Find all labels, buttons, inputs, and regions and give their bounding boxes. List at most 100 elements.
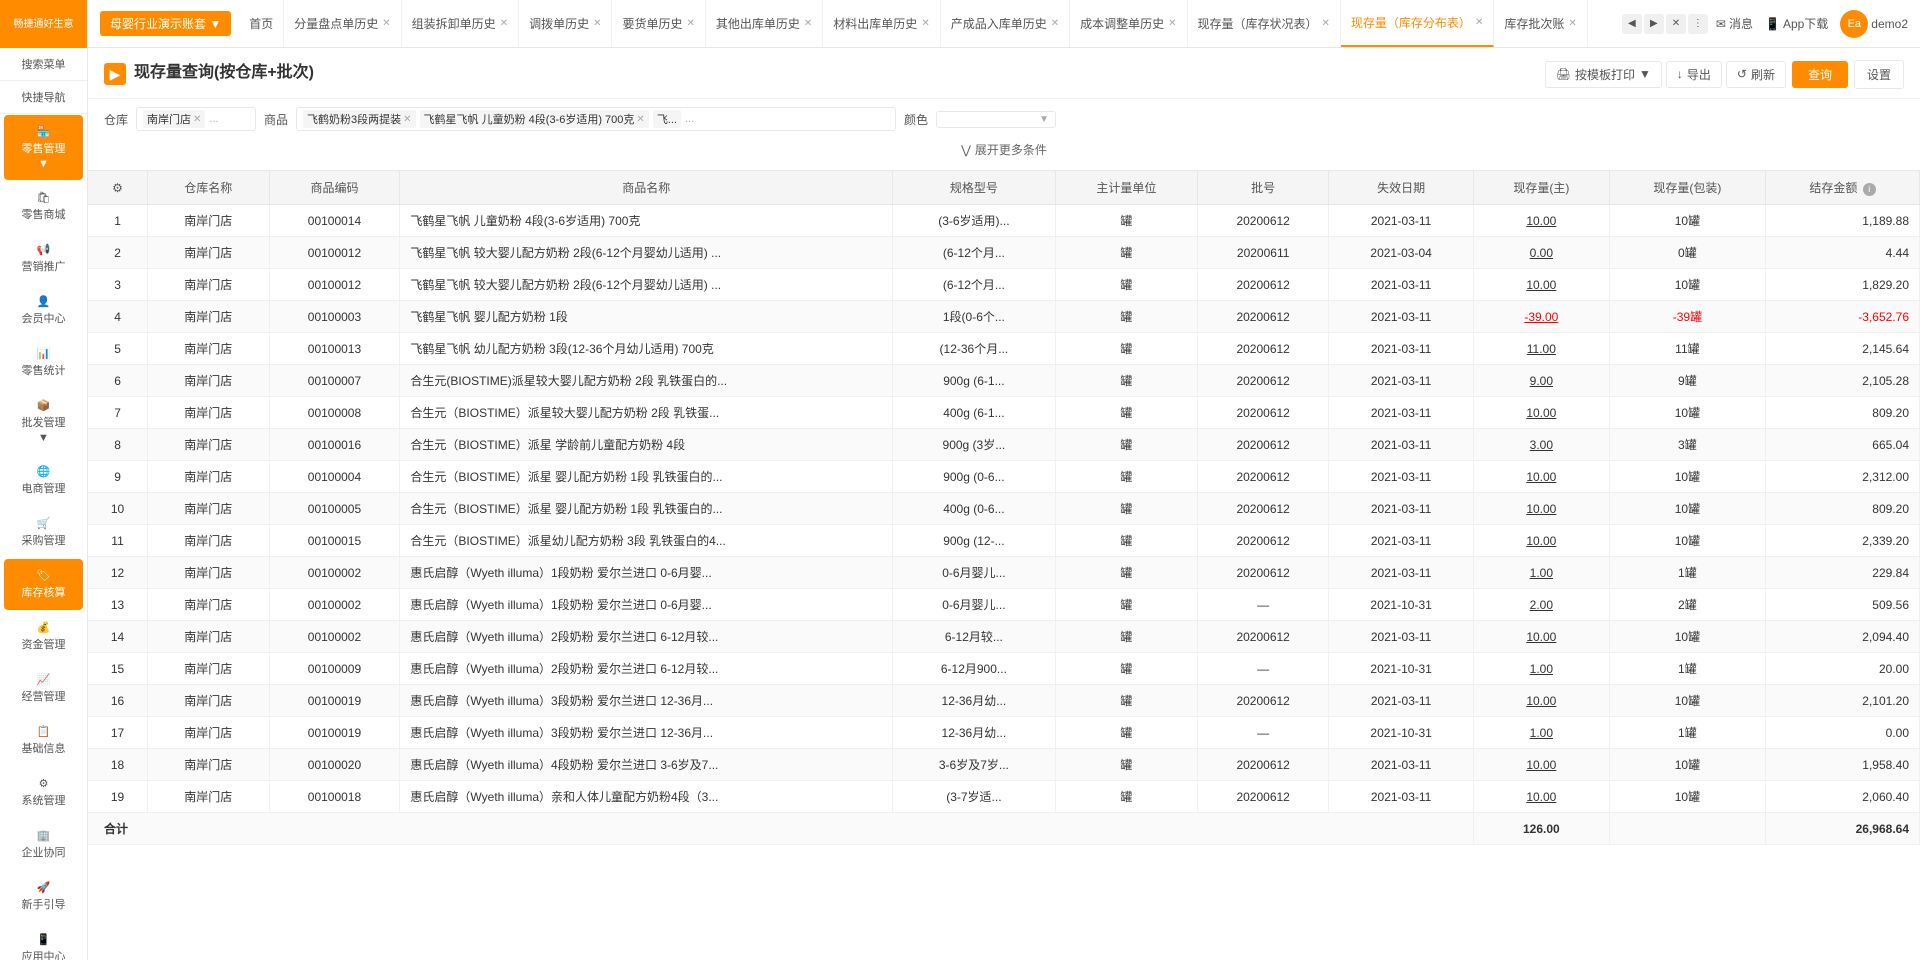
tab-close-product-in[interactable]: ✕ <box>1051 18 1059 29</box>
tab-product-in[interactable]: 产成品入库单历史 ✕ <box>941 0 1070 47</box>
enterprise-icon: 🏢 <box>37 829 51 842</box>
expand-filter-button[interactable]: ▶ <box>104 63 126 85</box>
tab-close-inventory-dist[interactable]: ✕ <box>1475 17 1483 28</box>
tab-scroll-left[interactable]: ◀ <box>1622 14 1642 34</box>
sidebar-item-enterprise[interactable]: 🏢 企业协同 <box>4 819 83 870</box>
sidebar-item-basics[interactable]: 📋 基础信息 <box>4 715 83 766</box>
tab-cost-adjust[interactable]: 成本调整单历史 ✕ <box>1070 0 1187 47</box>
message-icon: ✉ <box>1716 17 1726 31</box>
tab-home[interactable]: 首页 <box>239 0 284 47</box>
table-row: 2 南岸门店 00100012 飞鹤星飞帆 较大婴儿配方奶粉 2段(6-12个月… <box>88 237 1920 269</box>
brand-selector[interactable]: 母婴行业演示账套 ▼ <box>100 11 231 36</box>
row-stock-main[interactable]: 10.00 <box>1474 621 1610 653</box>
amount-info-icon[interactable]: i <box>1863 183 1876 196</box>
row-stock-main[interactable]: 1.00 <box>1474 717 1610 749</box>
tab-material-out[interactable]: 材料出库单历史 ✕ <box>823 0 940 47</box>
export-button[interactable]: ↓ 导出 <box>1666 61 1722 88</box>
row-name: 惠氏启醇（Wyeth illuma）2段奶粉 爱尔兰进口 6-12月较... <box>400 653 893 685</box>
row-stock-main[interactable]: 10.00 <box>1474 205 1610 237</box>
settings-button[interactable]: 设置 <box>1854 60 1904 89</box>
color-filter-input[interactable]: ▼ <box>936 111 1056 128</box>
color-dropdown-icon[interactable]: ▼ <box>1039 114 1049 125</box>
sidebar-item-inventory[interactable]: 🏷 库存核算 <box>4 559 83 610</box>
row-warehouse: 南岸门店 <box>148 301 269 333</box>
row-stock-main[interactable]: 10.00 <box>1474 781 1610 813</box>
content-area: ▶ 现存量查询(按仓库+批次) 🖨 按模板打印 ▼ ↓ 导出 ↺ <box>88 48 1920 960</box>
tab-close-mix[interactable]: ✕ <box>593 18 601 29</box>
row-stock-main[interactable]: 10.00 <box>1474 749 1610 781</box>
sidebar-item-retail-shop[interactable]: 🛍 零售商城 <box>4 181 83 232</box>
print-button[interactable]: 🖨 按模板打印 ▼ <box>1545 61 1662 88</box>
row-stock-main[interactable]: 1.00 <box>1474 557 1610 589</box>
col-settings[interactable]: ⚙ <box>88 171 148 205</box>
row-stock-main[interactable]: 10.00 <box>1474 461 1610 493</box>
row-stock-main[interactable]: 11.00 <box>1474 333 1610 365</box>
tab-close-split-inventory[interactable]: ✕ <box>382 18 390 29</box>
tab-mix[interactable]: 调拨单历史 ✕ <box>519 0 612 47</box>
tab-close-disassemble[interactable]: ✕ <box>500 18 508 29</box>
row-stock-main[interactable]: 0.00 <box>1474 237 1610 269</box>
expand-more-conditions[interactable]: ⋁ 展开更多条件 <box>104 137 1904 162</box>
row-stock-main[interactable]: 10.00 <box>1474 685 1610 717</box>
sidebar-item-purchase[interactable]: 🛒 采购管理 <box>4 507 83 558</box>
tab-close-inventory-status[interactable]: ✕ <box>1322 18 1330 29</box>
row-stock-main[interactable]: 10.00 <box>1474 269 1610 301</box>
row-no: 2 <box>88 237 148 269</box>
row-stock-main[interactable]: 10.00 <box>1474 493 1610 525</box>
product-tag-2-remove[interactable]: ✕ <box>636 114 644 125</box>
row-stock-main[interactable]: 10.00 <box>1474 397 1610 429</box>
product-tag-3: 飞... <box>653 110 681 128</box>
tab-purchase[interactable]: 要货单历史 ✕ <box>612 0 705 47</box>
sidebar-item-finance[interactable]: 💰 资金管理 <box>4 611 83 662</box>
tab-close-material-out[interactable]: ✕ <box>921 18 929 29</box>
tab-scroll-right[interactable]: ▶ <box>1644 14 1664 34</box>
col-warehouse: 仓库名称 <box>148 171 269 205</box>
sidebar-item-retail-stats[interactable]: 📊 零售统计 <box>4 337 83 388</box>
warehouse-tag-remove[interactable]: ✕ <box>193 114 201 125</box>
sidebar-item-guide[interactable]: 🚀 新手引导 <box>4 871 83 922</box>
sidebar-item-marketing[interactable]: 📢 营销推广 <box>4 233 83 284</box>
sidebar-item-member[interactable]: 👤 会员中心 <box>4 285 83 336</box>
message-button[interactable]: ✉ 消息 <box>1716 15 1753 32</box>
member-icon: 👤 <box>37 295 51 308</box>
warehouse-filter-input[interactable]: 南岸门店 ✕ ... <box>136 107 256 131</box>
tab-close-cost-adjust[interactable]: ✕ <box>1168 18 1176 29</box>
sidebar-shortcut-link[interactable]: 快捷导航 <box>0 81 87 114</box>
product-tag-1-remove[interactable]: ✕ <box>403 114 411 125</box>
row-stock-main[interactable]: 2.00 <box>1474 589 1610 621</box>
tab-disassemble[interactable]: 组装拆卸单历史 ✕ <box>402 0 519 47</box>
tab-inventory-dist[interactable]: 现存量（库存分布表） ✕ <box>1341 0 1494 47</box>
tab-bar: 首页 分量盘点单历史 ✕ 组装拆卸单历史 ✕ 调拨单历史 ✕ 要货单历史 ✕ 其… <box>239 0 1622 47</box>
sidebar-item-system[interactable]: ⚙ 系统管理 <box>4 767 83 818</box>
row-stock-main[interactable]: 10.00 <box>1474 525 1610 557</box>
sidebar-item-appcenter[interactable]: 📱 应用中心 <box>4 923 83 960</box>
product-filter-input[interactable]: 飞鹤奶粉3段两提装 ✕ 飞鹤星飞帆 儿童奶粉 4段(3-6岁适用) 700克 ✕… <box>296 107 896 131</box>
tab-other-out[interactable]: 其他出库单历史 ✕ <box>706 0 823 47</box>
tab-close-batch-ledger[interactable]: ✕ <box>1568 18 1576 29</box>
tab-close-other-out[interactable]: ✕ <box>804 18 812 29</box>
row-name: 飞鹤星飞帆 较大婴儿配方奶粉 2段(6-12个月婴幼儿适用) ... <box>400 269 893 301</box>
sidebar-search-link[interactable]: 搜索菜单 <box>0 48 87 81</box>
tab-inventory-status[interactable]: 现存量（库存状况表） ✕ <box>1188 0 1341 47</box>
sidebar-item-wholesale[interactable]: 📦 批发管理 ▼ <box>4 389 83 454</box>
refresh-button[interactable]: ↺ 刷新 <box>1726 61 1786 88</box>
query-button[interactable]: 查询 <box>1792 61 1848 88</box>
row-stock-main[interactable]: 1.00 <box>1474 653 1610 685</box>
tab-close-current[interactable]: ✕ <box>1666 14 1686 34</box>
table-row: 9 南岸门店 00100004 合生元（BIOSTIME）派星 婴儿配方奶粉 1… <box>88 461 1920 493</box>
sidebar-item-retail-mgmt[interactable]: 🏪 零售管理 ▼ <box>4 115 83 180</box>
tab-menu[interactable]: ⋮ <box>1688 14 1708 34</box>
row-stock-main[interactable]: -39.00 <box>1474 301 1610 333</box>
tab-close-purchase[interactable]: ✕ <box>687 18 695 29</box>
sidebar-item-ecommerce[interactable]: 🌐 电商管理 <box>4 455 83 506</box>
tab-split-inventory[interactable]: 分量盘点单历史 ✕ <box>284 0 401 47</box>
app-download-button[interactable]: 📱 App下载 <box>1765 15 1828 32</box>
row-stock-main[interactable]: 9.00 <box>1474 365 1610 397</box>
user-avatar-area[interactable]: Ea demo2 <box>1840 10 1908 38</box>
row-expire: 2021-03-11 <box>1329 429 1474 461</box>
row-stock-main[interactable]: 3.00 <box>1474 429 1610 461</box>
product-tag-2: 飞鹤星飞帆 儿童奶粉 4段(3-6岁适用) 700克 ✕ <box>420 110 649 128</box>
row-stock-pack: 10罐 <box>1609 205 1766 237</box>
tab-batch-ledger[interactable]: 库存批次账 ✕ <box>1494 0 1587 47</box>
sidebar-item-operations[interactable]: 📈 经营管理 <box>4 663 83 714</box>
